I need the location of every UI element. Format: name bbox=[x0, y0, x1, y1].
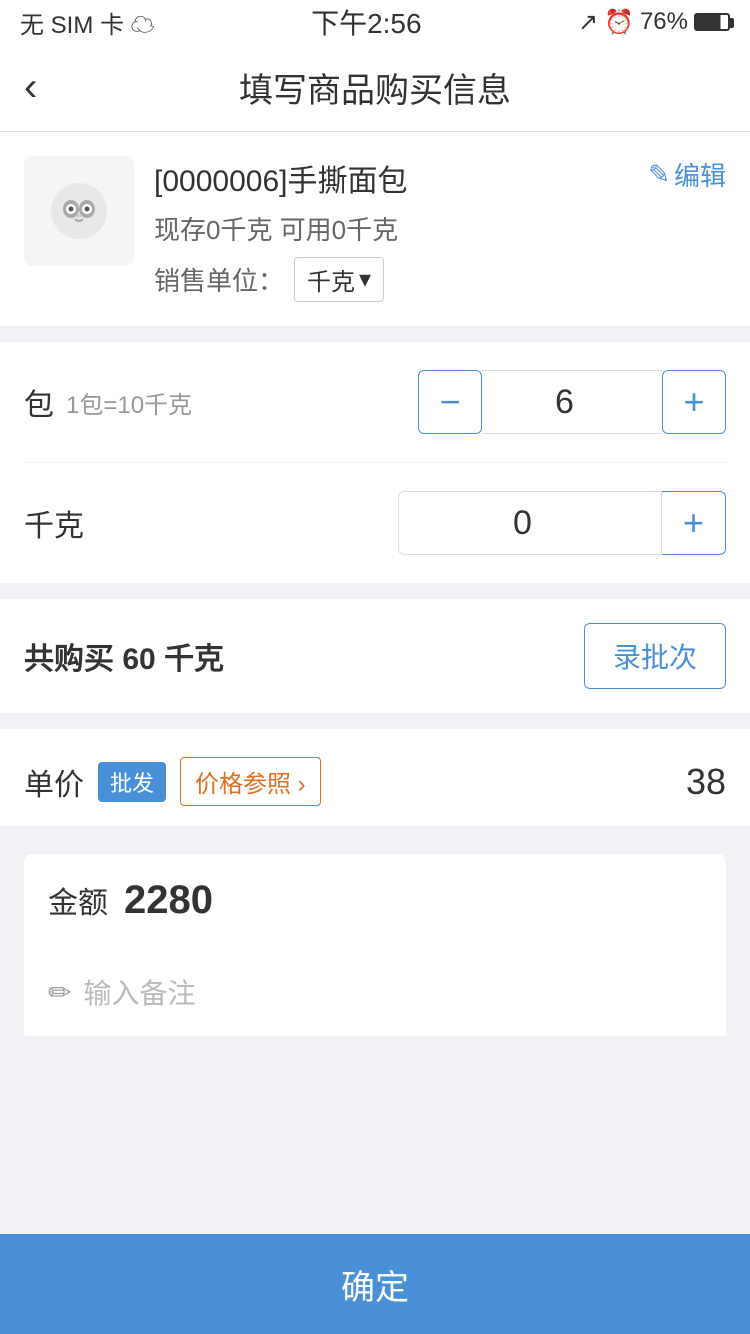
batch-button[interactable]: 录批次 bbox=[584, 623, 726, 689]
remark-placeholder: 输入备注 bbox=[83, 972, 195, 1012]
price-value: 38 bbox=[686, 761, 726, 803]
price-tag: 批发 bbox=[98, 762, 166, 802]
location-icon: ↗ bbox=[578, 8, 598, 37]
total-prefix: 共购买 bbox=[24, 643, 114, 676]
total-unit: 千克 bbox=[164, 643, 224, 676]
total-unit-spacer bbox=[156, 643, 164, 676]
total-section: 共购买 60 千克 录批次 bbox=[0, 599, 750, 713]
qty-controls-kg: + bbox=[398, 491, 726, 555]
status-time: 下午2:56 bbox=[311, 2, 422, 42]
qty-unit-bao: 包 bbox=[24, 380, 54, 424]
qty-row-bao: 包 1包=10千克 − + bbox=[24, 342, 726, 463]
qty-plus-bao[interactable]: + bbox=[662, 370, 726, 434]
edit-icon: ✎ bbox=[648, 159, 670, 190]
battery-icon bbox=[694, 13, 730, 31]
alarm-icon: ⏰ bbox=[604, 8, 634, 37]
pencil-icon: ✏ bbox=[48, 976, 71, 1009]
price-section: 单价 批发 价格参照 › 38 bbox=[0, 729, 750, 826]
qty-plus-kg[interactable]: + bbox=[662, 491, 726, 555]
unit-value: 千克 bbox=[307, 262, 355, 297]
page-title: 填写商品购买信息 bbox=[239, 63, 511, 112]
price-ref-button[interactable]: 价格参照 › bbox=[180, 757, 321, 806]
confirm-button[interactable]: 确定 bbox=[341, 1260, 409, 1309]
qty-row-kg: 千克 + bbox=[24, 463, 726, 583]
back-button[interactable]: ‹ bbox=[24, 65, 37, 110]
edit-button[interactable]: ✎ 编辑 bbox=[648, 156, 726, 193]
status-right: ↗ ⏰ 76% bbox=[578, 8, 730, 37]
total-text: 共购买 60 千克 bbox=[24, 634, 224, 678]
product-name: [0000006]手撕面包 bbox=[154, 156, 407, 200]
product-stock: 现存0千克 可用0千克 bbox=[154, 210, 726, 247]
remark-row[interactable]: ✏ 输入备注 bbox=[24, 956, 726, 1036]
amount-label: 金额 bbox=[48, 878, 108, 922]
price-label: 单价 bbox=[24, 760, 84, 804]
product-card: [0000006]手撕面包 ✎ 编辑 现存0千克 可用0千克 销售单位： 千克 … bbox=[0, 132, 750, 326]
amount-row: 金额 2280 bbox=[24, 854, 726, 956]
amount-section: 金额 2280 ✏ 输入备注 bbox=[0, 830, 750, 1036]
battery-level: 76% bbox=[640, 8, 688, 36]
status-bar: 无 SIM 卡 ☁ 下午2:56 ↗ ⏰ 76% bbox=[0, 0, 750, 44]
qty-label-bao: 包 1包=10千克 bbox=[24, 380, 192, 424]
sim-status: 无 SIM 卡 ☁ bbox=[20, 5, 155, 40]
unit-select[interactable]: 千克 ▾ bbox=[294, 257, 384, 302]
qty-input-bao[interactable] bbox=[482, 370, 662, 434]
product-top-row: [0000006]手撕面包 ✎ 编辑 bbox=[154, 156, 726, 210]
qty-label-kg: 千克 bbox=[24, 501, 84, 545]
qty-minus-bao[interactable]: − bbox=[418, 370, 482, 434]
quantity-section: 包 1包=10千克 − + 千克 + bbox=[0, 342, 750, 583]
product-unit: 销售单位： 千克 ▾ bbox=[154, 257, 726, 302]
status-left: 无 SIM 卡 ☁ bbox=[20, 5, 155, 40]
qty-input-kg[interactable] bbox=[398, 491, 662, 555]
edit-label: 编辑 bbox=[674, 156, 726, 193]
product-info: [0000006]手撕面包 ✎ 编辑 现存0千克 可用0千克 销售单位： 千克 … bbox=[154, 156, 726, 302]
price-row: 单价 批发 价格参照 › 38 bbox=[24, 757, 726, 806]
qty-unit-kg: 千克 bbox=[24, 501, 84, 545]
dropdown-icon: ▾ bbox=[359, 265, 371, 294]
nav-bar: ‹ 填写商品购买信息 bbox=[0, 44, 750, 132]
total-amount-value: 60 bbox=[122, 643, 155, 676]
qty-controls-bao: − + bbox=[418, 370, 726, 434]
amount-value: 2280 bbox=[124, 878, 213, 923]
qty-hint-bao: 1包=10千克 bbox=[66, 385, 192, 420]
unit-label: 销售单位： bbox=[154, 261, 284, 298]
confirm-bar[interactable]: 确定 bbox=[0, 1234, 750, 1334]
product-thumbnail bbox=[24, 156, 134, 266]
